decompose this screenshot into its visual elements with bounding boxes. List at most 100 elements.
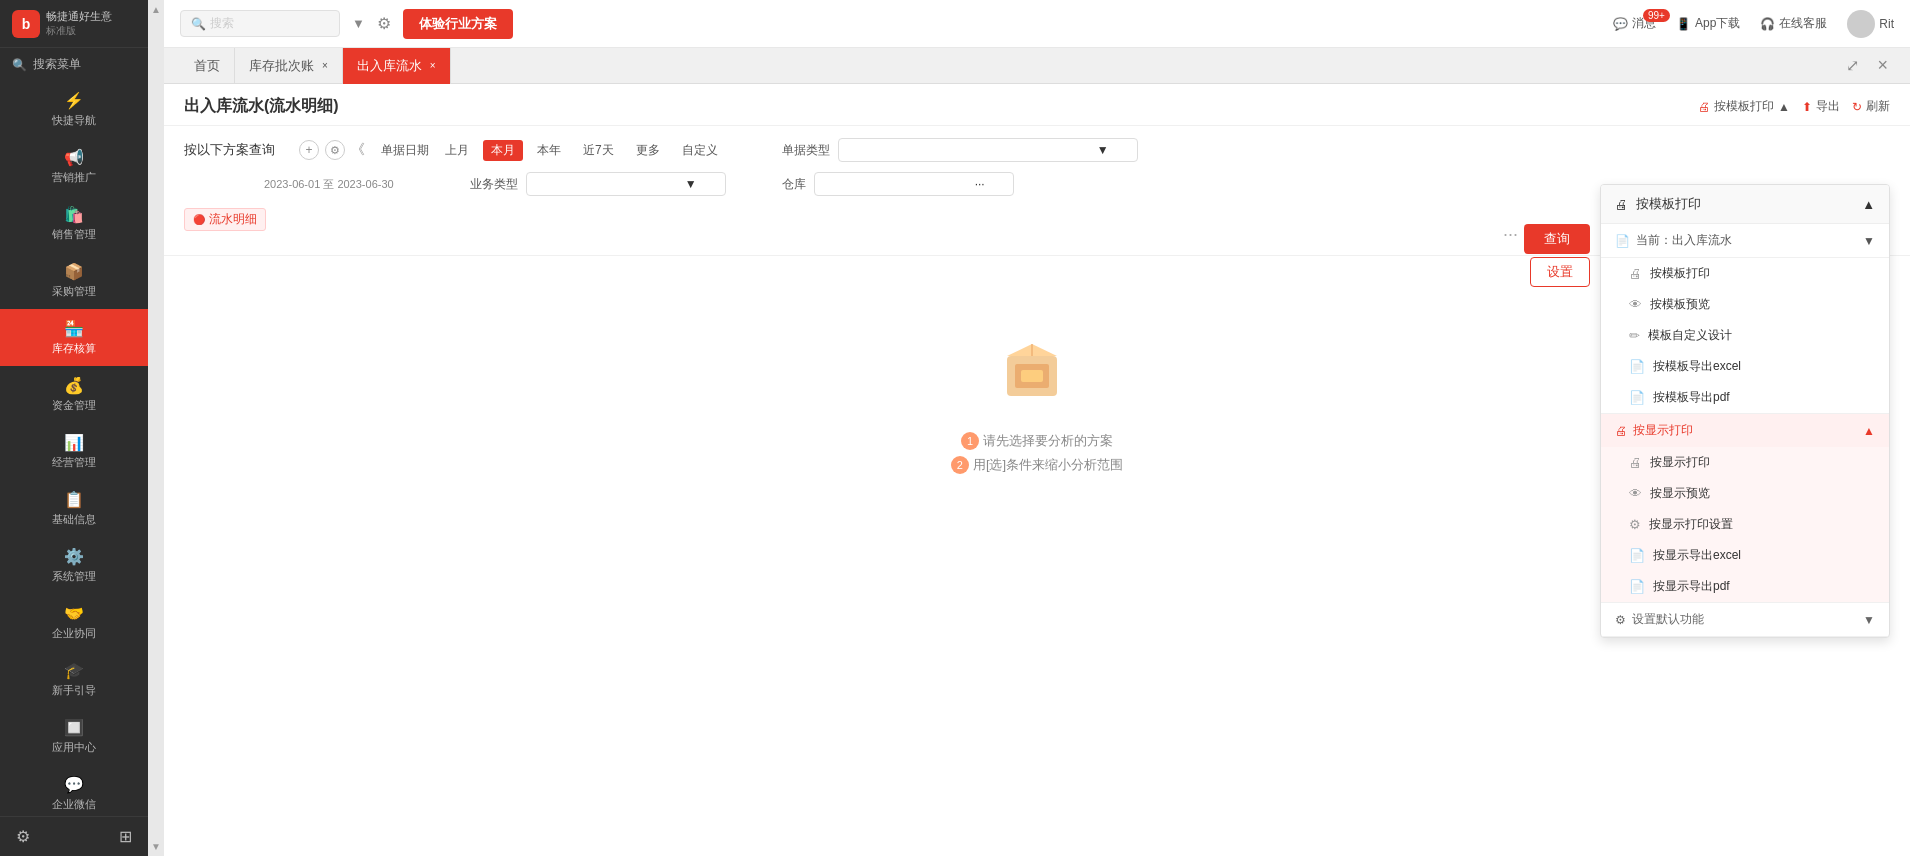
warehouse-select[interactable]: ··· <box>814 172 1014 196</box>
dropdown-display-settings[interactable]: ⚙ 按显示打印设置 <box>1601 509 1889 540</box>
dots-btn[interactable]: ··· <box>1503 224 1518 254</box>
date-tab-last-month[interactable]: 上月 <box>437 140 477 161</box>
app-logo: b 畅捷通好生意 标准版 <box>0 0 148 48</box>
filter-collapse-icon[interactable]: 《 <box>351 141 365 159</box>
sidebar-search[interactable]: 🔍 搜索菜单 <box>0 48 148 81</box>
scroll-down-icon[interactable]: ▼ <box>151 837 161 856</box>
dropdown-template-preview[interactable]: 👁 按模板预览 <box>1601 289 1889 320</box>
user-avatar[interactable]: Rit <box>1847 10 1894 38</box>
empty-illustration <box>997 336 1077 416</box>
sidebar-menu: ⚡ 快捷导航 📢 营销推广 🛍️ 销售管理 📦 采购管理 🏪 库存核算 💰 资金… <box>0 81 148 816</box>
sidebar-item-operations[interactable]: 📊 经营管理 <box>0 423 148 480</box>
close-panel-btn[interactable]: × <box>1871 49 1894 82</box>
type-select[interactable]: ▼ <box>838 138 1138 162</box>
online-service[interactable]: 🎧 在线客服 <box>1760 15 1827 32</box>
template-print-label: 按模板打印 <box>1650 265 1710 282</box>
expand-btn[interactable]: ⤢ <box>1840 50 1865 81</box>
query-btn[interactable]: 查询 <box>1524 224 1590 254</box>
current-template-header[interactable]: 📄 当前：出入库流水 ▼ <box>1601 224 1889 257</box>
settings-icon[interactable]: ⚙ <box>16 827 30 846</box>
service-label: 在线客服 <box>1779 15 1827 32</box>
dropdown-display-print[interactable]: 🖨 按显示打印 <box>1601 447 1889 478</box>
sidebar-item-basic[interactable]: 📋 基础信息 <box>0 480 148 537</box>
sidebar-item-cooperation[interactable]: 🤝 企业协同 <box>0 594 148 651</box>
tab-flow-close[interactable]: × <box>430 60 436 71</box>
tab-home[interactable]: 首页 <box>180 48 235 84</box>
sidebar-item-wechat[interactable]: 💬 企业微信 <box>0 765 148 816</box>
date-tab-this-year[interactable]: 本年 <box>529 140 569 161</box>
collapse-sidebar-icon[interactable]: ⊞ <box>119 827 132 846</box>
sidebar-item-label: 应用中心 <box>52 740 96 755</box>
app-download-label: App下载 <box>1695 15 1740 32</box>
dropdown-template-excel[interactable]: 📄 按模板导出excel <box>1601 351 1889 382</box>
scroll-up-icon[interactable]: ▲ <box>151 0 161 19</box>
sidebar-item-label: 库存核算 <box>52 341 96 356</box>
wechat-icon: 💬 <box>64 775 84 794</box>
template-print-icon: 🖨 <box>1629 266 1642 281</box>
business-filter: 业务类型 ▼ <box>470 172 726 196</box>
display-print-header[interactable]: 🖨 按显示打印 ▲ <box>1601 414 1889 447</box>
dropdown-display-excel[interactable]: 📄 按显示导出excel <box>1601 540 1889 571</box>
filter-set-btn[interactable]: ⚙ <box>325 140 345 160</box>
sidebar-item-purchase[interactable]: 📦 采购管理 <box>0 252 148 309</box>
filter-add-btn[interactable]: + <box>299 140 319 160</box>
default-settings-header[interactable]: ⚙ 设置默认功能 ▼ <box>1601 603 1889 636</box>
guide-icon: 🎓 <box>64 661 84 680</box>
sidebar-item-guide[interactable]: 🎓 新手引导 <box>0 651 148 708</box>
filter-row-1: 按以下方案查询 + ⚙ 《 单据日期 上月 本月 本年 近7天 更多 自定义 <box>184 138 1890 162</box>
setting-btn[interactable]: 设置 <box>1530 257 1590 287</box>
tab-batch-label: 库存批次账 <box>249 57 314 75</box>
tag-icon: 🔴 <box>193 214 205 225</box>
tab-batch[interactable]: 库存批次账 × <box>235 48 343 84</box>
sidebar-item-label: 新手引导 <box>52 683 96 698</box>
template-custom-label: 模板自定义设计 <box>1648 327 1732 344</box>
refresh-btn[interactable]: ↻ 刷新 <box>1852 98 1890 115</box>
message-badge[interactable]: 💬 消息 99+ <box>1613 15 1656 32</box>
app-download[interactable]: 📱 App下载 <box>1676 15 1740 32</box>
sidebar-item-label: 经营管理 <box>52 455 96 470</box>
topbar-search-box[interactable]: 🔍 搜索 <box>180 10 340 37</box>
display-pdf-icon: 📄 <box>1629 579 1645 594</box>
type-label: 单据类型 <box>782 142 830 159</box>
topbar-gear-icon[interactable]: ⚙ <box>377 14 391 33</box>
tab-batch-close[interactable]: × <box>322 60 328 71</box>
dropdown-header[interactable]: 🖨 按模板打印 ▲ <box>1601 185 1889 224</box>
sidebar-item-appstore[interactable]: 🔲 应用中心 <box>0 708 148 765</box>
trial-btn[interactable]: 体验行业方案 <box>403 9 513 39</box>
page-header: 出入库流水(流水明细) 🖨 按模板打印 ▲ ⬆ 导出 ↻ 刷新 <box>164 84 1910 126</box>
sidebar-item-inventory[interactable]: 🏪 库存核算 <box>0 309 148 366</box>
sidebar-bottom: ⚙ ⊞ <box>0 816 148 856</box>
business-select[interactable]: ▼ <box>526 172 726 196</box>
sidebar-item-finance[interactable]: 💰 资金管理 <box>0 366 148 423</box>
date-tab-this-month[interactable]: 本月 <box>483 140 523 161</box>
topbar-dropdown-icon[interactable]: ▼ <box>352 16 365 31</box>
date-tab-7days[interactable]: 近7天 <box>575 140 622 161</box>
template-excel-icon: 📄 <box>1629 359 1645 374</box>
sidebar-item-label: 企业微信 <box>52 797 96 812</box>
default-settings-icon: ⚙ <box>1615 613 1626 627</box>
search-label: 搜索菜单 <box>33 56 81 73</box>
sidebar-item-sales[interactable]: 🛍️ 销售管理 <box>0 195 148 252</box>
date-tab-more[interactable]: 更多 <box>628 140 668 161</box>
system-icon: ⚙️ <box>64 547 84 566</box>
print-btn[interactable]: 🖨 按模板打印 ▲ <box>1698 98 1790 115</box>
tag-liushui[interactable]: 🔴 流水明细 <box>184 208 266 231</box>
tag-label: 流水明细 <box>209 211 257 228</box>
sidebar-item-system[interactable]: ⚙️ 系统管理 <box>0 537 148 594</box>
dropdown-display-pdf[interactable]: 📄 按显示导出pdf <box>1601 571 1889 602</box>
date-filter: 单据日期 上月 本月 本年 近7天 更多 自定义 <box>381 140 726 161</box>
dropdown-collapse-icon[interactable]: ▲ <box>1862 197 1875 212</box>
tab-flow[interactable]: 出入库流水 × <box>343 48 451 84</box>
inventory-icon: 🏪 <box>64 319 84 338</box>
tab-home-label: 首页 <box>194 57 220 75</box>
sidebar-item-marketing[interactable]: 📢 营销推广 <box>0 138 148 195</box>
dropdown-template-print[interactable]: 🖨 按模板打印 <box>1601 258 1889 289</box>
export-btn[interactable]: ⬆ 导出 <box>1802 98 1840 115</box>
date-tab-custom[interactable]: 自定义 <box>674 140 726 161</box>
logo-icon: b <box>12 10 40 38</box>
display-print-section-icon: 🖨 <box>1615 424 1627 438</box>
dropdown-template-custom[interactable]: ✏ 模板自定义设计 <box>1601 320 1889 351</box>
sidebar-item-quick-nav[interactable]: ⚡ 快捷导航 <box>0 81 148 138</box>
dropdown-template-pdf[interactable]: 📄 按模板导出pdf <box>1601 382 1889 413</box>
dropdown-display-preview[interactable]: 👁 按显示预览 <box>1601 478 1889 509</box>
